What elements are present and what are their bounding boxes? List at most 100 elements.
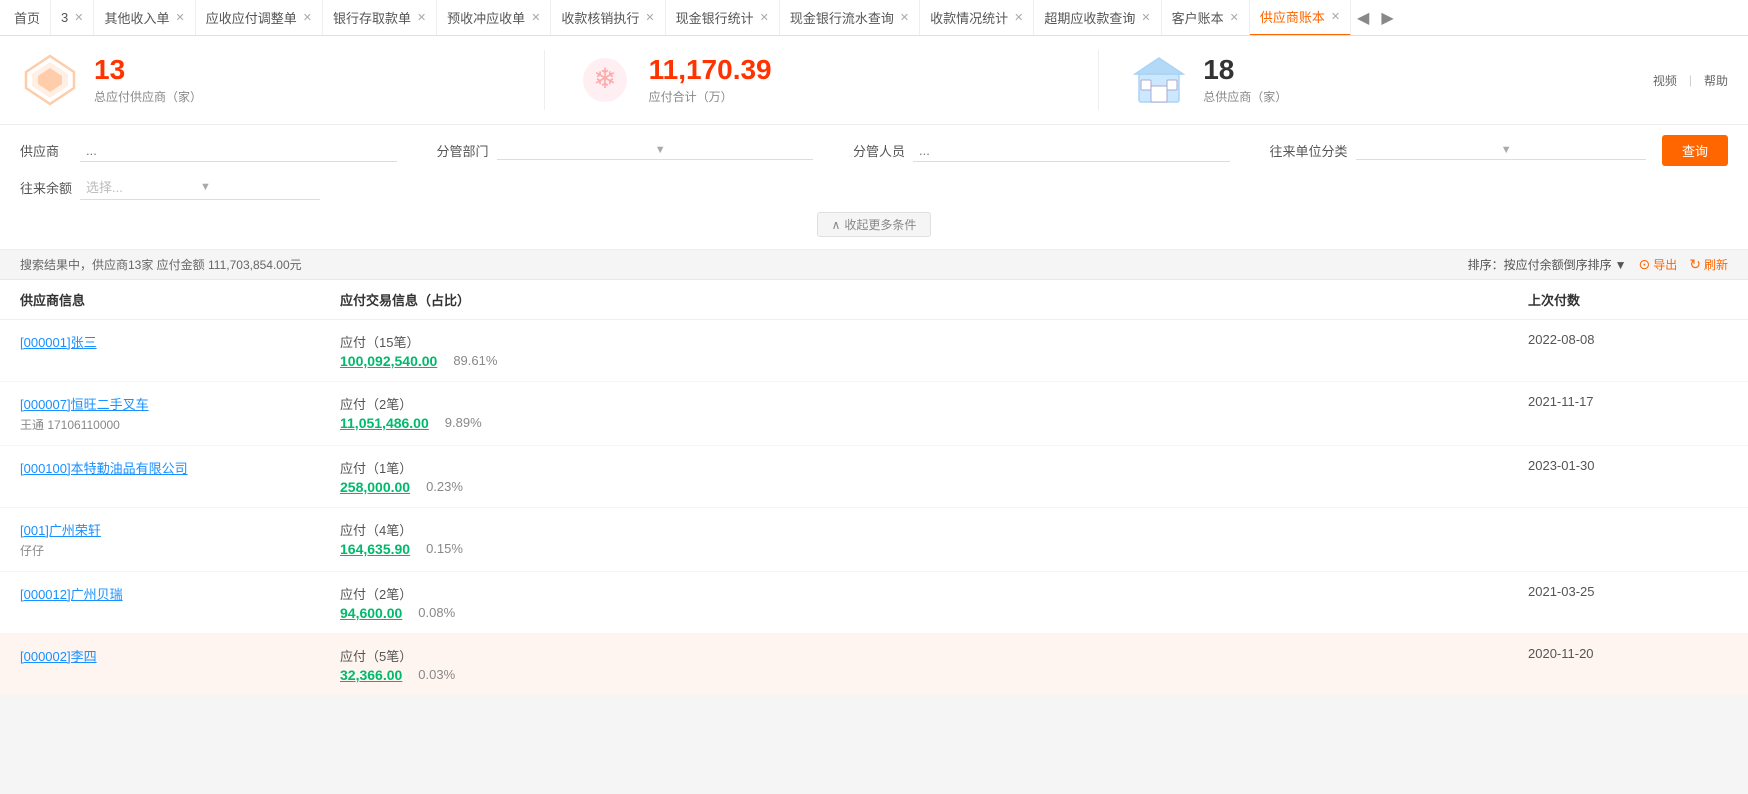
nav-cash-bank-flow[interactable]: 现金银行流水查询 ✕ (780, 0, 920, 36)
header-transaction: 应付交易信息（占比） (340, 290, 1528, 309)
nav-bar: 首页 3 ✕ 其他收入单 ✕ 应收应付调整单 ✕ 银行存取款单 ✕ 预收冲应收单… (0, 0, 1748, 36)
amount-label: 应付合计（万） (649, 88, 772, 105)
supplier-col-000007: [000007]恒旺二手叉车 王通 17106110000 (20, 394, 340, 433)
transaction-col-001: 应付（4笔） 164,635.90 0.15% (340, 520, 1528, 557)
filter-balance: 往来余额 选择... ▼ (20, 174, 320, 200)
export-button[interactable]: ⊙ 导出 (1639, 256, 1678, 273)
supplier-sub-001: 仔仔 (20, 542, 340, 559)
nav-prepay-offset[interactable]: 预收冲应收单 ✕ (437, 0, 551, 36)
nav-ar-ap-adjust[interactable]: 应收应付调整单 ✕ (196, 0, 323, 36)
balance-label: 往来余额 (20, 178, 72, 197)
main-table: 供应商信息 应付交易信息（占比） 上次付数 [000001]张三 应付（15笔）… (0, 280, 1748, 695)
export-icon: ⊙ (1639, 256, 1651, 273)
table-row: [000007]恒旺二手叉车 王通 17106110000 应付（2笔） 11,… (0, 382, 1748, 446)
nav-bank-deposit[interactable]: 银行存取款单 ✕ (323, 0, 437, 36)
supplier-link-000007[interactable]: [000007]恒旺二手叉车 (20, 394, 340, 413)
close-other-income[interactable]: ✕ (175, 11, 184, 24)
shop-icon (1129, 50, 1189, 110)
tx-row-001: 164,635.90 0.15% (340, 539, 1528, 557)
video-link[interactable]: 视频 (1653, 72, 1677, 89)
filter-dept: 分管部门 ▼ (437, 141, 814, 160)
close-receipt-exec[interactable]: ✕ (645, 11, 654, 24)
transaction-col-000002: 应付（5笔） 32,366.00 0.03% (340, 646, 1528, 683)
close-receipt-stat[interactable]: ✕ (1014, 11, 1023, 24)
amount-number: 11,170.39 (649, 55, 772, 86)
nav-customer-ledger[interactable]: 客户账本 ✕ (1162, 0, 1250, 36)
nav-supplier-ledger[interactable]: 供应商账本 ✕ (1250, 0, 1351, 36)
tx-amount-000002[interactable]: 32,366.00 (340, 667, 402, 683)
sort-arrow-icon: ▼ (1615, 258, 1627, 272)
unit-class-select[interactable]: ▼ (1356, 141, 1646, 160)
nav-left-arrow[interactable]: ◀ (1351, 0, 1375, 36)
collapse-button[interactable]: ∧ 收起更多条件 (817, 212, 932, 237)
balance-select[interactable]: 选择... ▼ (80, 174, 320, 200)
tx-amount-000012[interactable]: 94,600.00 (340, 605, 402, 621)
help-link[interactable]: 帮助 (1704, 72, 1728, 89)
person-input[interactable] (913, 140, 1229, 162)
tx-amount-000001[interactable]: 100,092,540.00 (340, 353, 437, 369)
tx-row-000100: 258,000.00 0.23% (340, 477, 1528, 495)
tx-pct-001: 0.15% (426, 541, 463, 556)
supplier-col-001: [001]广州荣轩 仔仔 (20, 520, 340, 559)
supplier-link-000100[interactable]: [000100]本特勤油品有限公司 (20, 458, 340, 477)
payable-suppliers-label: 总应付供应商（家） (94, 88, 202, 105)
last-pay-date-000100: 2023-01-30 (1528, 456, 1595, 473)
last-pay-date-000007: 2021-11-17 (1528, 392, 1594, 409)
filter-row-2: 往来余额 选择... ▼ (20, 174, 1728, 200)
last-pay-date-000001: 2022-08-08 (1528, 330, 1595, 347)
tx-label-000007: 应付（2笔） (340, 394, 1528, 413)
filter-person: 分管人员 (853, 140, 1230, 162)
filter-area: 供应商 分管部门 ▼ 分管人员 往来单位分类 ▼ (0, 125, 1748, 250)
nav-home[interactable]: 首页 (4, 0, 51, 36)
supplier-col-000002: [000002]李四 (20, 646, 340, 665)
supplier-col-000100: [000100]本特勤油品有限公司 (20, 458, 340, 477)
nav-receipt-exec[interactable]: 收款核销执行 ✕ (551, 0, 665, 36)
tx-label-000002: 应付（5笔） (340, 646, 1528, 665)
table-row: [000012]广州贝瑞 应付（2笔） 94,600.00 0.08% 2021… (0, 572, 1748, 634)
last-pay-col-000100: 2023-01-30 (1528, 458, 1728, 473)
nav-tab3[interactable]: 3 ✕ (51, 0, 94, 36)
sort-label: 排序：按应付余额倒序排序 (1468, 256, 1612, 273)
snowflake-icon: ❄ (575, 50, 635, 110)
close-prepay-offset[interactable]: ✕ (531, 11, 540, 24)
unit-class-label: 往来单位分类 (1270, 141, 1348, 160)
nav-overdue-ar[interactable]: 超期应收款查询 ✕ (1034, 0, 1161, 36)
supplier-link-000012[interactable]: [000012]广州贝瑞 (20, 584, 340, 603)
table-row: [000002]李四 应付（5笔） 32,366.00 0.03% 2020-1… (0, 634, 1748, 695)
query-button[interactable]: 查询 (1662, 135, 1728, 166)
nav-other-income[interactable]: 其他收入单 ✕ (94, 0, 195, 36)
tx-amount-000007[interactable]: 11,051,486.00 (340, 415, 429, 431)
supplier-link-000002[interactable]: [000002]李四 (20, 646, 340, 665)
stat-cards: 13 总应付供应商（家） ❄ 11,170.39 应付合计（万） (0, 36, 1748, 125)
close-cash-bank-stat[interactable]: ✕ (760, 11, 769, 24)
filter-unit-class: 往来单位分类 ▼ (1270, 141, 1647, 160)
tx-amount-000100[interactable]: 258,000.00 (340, 479, 410, 495)
close-customer-ledger[interactable]: ✕ (1230, 11, 1239, 24)
close-tab3[interactable]: ✕ (74, 11, 83, 24)
sort-button[interactable]: 排序：按应付余额倒序排序 ▼ (1468, 256, 1627, 273)
refresh-button[interactable]: ↻ 刷新 (1689, 256, 1728, 273)
table-row: [000100]本特勤油品有限公司 应付（1笔） 258,000.00 0.23… (0, 446, 1748, 508)
close-bank-deposit[interactable]: ✕ (417, 11, 426, 24)
close-ar-ap-adjust[interactable]: ✕ (303, 11, 312, 24)
last-pay-col-000002: 2020-11-20 (1528, 646, 1728, 661)
supplier-input[interactable] (80, 140, 397, 162)
nav-receipt-stat[interactable]: 收款情况统计 ✕ (920, 0, 1034, 36)
total-suppliers-label: 总供应商（家） (1203, 88, 1287, 105)
close-supplier-ledger[interactable]: ✕ (1331, 10, 1340, 23)
nav-right-arrow[interactable]: ▶ (1375, 0, 1399, 36)
supplier-sub-000007: 王通 17106110000 (20, 416, 340, 433)
dept-arrow-icon: ▼ (655, 144, 807, 156)
last-pay-col-000007: 2021-11-17 (1528, 394, 1728, 409)
tx-row-000002: 32,366.00 0.03% (340, 665, 1528, 683)
stat-card-total-suppliers: 18 总供应商（家） (1098, 50, 1653, 110)
nav-cash-bank-stat[interactable]: 现金银行统计 ✕ (666, 0, 780, 36)
close-overdue-ar[interactable]: ✕ (1141, 11, 1150, 24)
close-cash-bank-flow[interactable]: ✕ (900, 11, 909, 24)
supplier-link-000001[interactable]: [000001]张三 (20, 332, 340, 351)
tx-row-000001: 100,092,540.00 89.61% (340, 351, 1528, 369)
tx-label-000100: 应付（1笔） (340, 458, 1528, 477)
tx-amount-001[interactable]: 164,635.90 (340, 541, 410, 557)
supplier-link-001[interactable]: [001]广州荣轩 (20, 520, 340, 539)
dept-select[interactable]: ▼ (497, 141, 813, 160)
